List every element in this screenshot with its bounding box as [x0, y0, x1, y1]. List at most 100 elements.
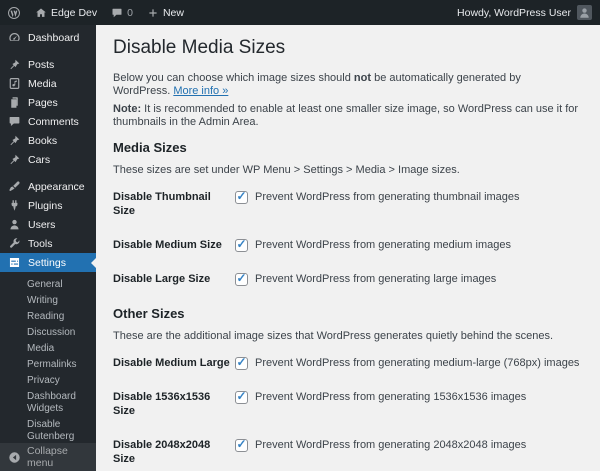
sidebar-item-pages[interactable]: Pages [0, 93, 96, 112]
setting-control[interactable]: ✓ Prevent WordPress from generating 2048… [235, 438, 526, 452]
sidebar-item-label: Settings [28, 256, 66, 269]
submenu-item-privacy[interactable]: Privacy [0, 373, 96, 389]
media-icon [8, 77, 21, 90]
section-description: These sizes are set under WP Menu > Sett… [113, 164, 460, 176]
checkmark-icon: ✓ [236, 388, 247, 403]
setting-control[interactable]: ✓ Prevent WordPress from generating 1536… [235, 390, 526, 404]
checkbox-label: Prevent WordPress from generating 1536x1… [255, 391, 527, 403]
setting-row-1536: Disable 1536x1536 Size ✓ Prevent WordPre… [113, 390, 580, 418]
setting-label: Disable 1536x1536 Size [113, 391, 211, 417]
sidebar-item-users[interactable]: Users [0, 215, 96, 234]
home-icon [35, 7, 47, 19]
submenu-item-writing[interactable]: Writing [0, 293, 96, 309]
checkbox-label: Prevent WordPress from generating thumbn… [255, 191, 520, 203]
setting-control[interactable]: ✓ Prevent WordPress from generating medi… [235, 356, 579, 370]
sidebar-item-label: Tools [28, 237, 53, 250]
checkbox[interactable]: ✓ [235, 436, 248, 452]
submenu-item-discussion[interactable]: Discussion [0, 325, 96, 341]
sidebar-item-label: Plugins [28, 199, 63, 212]
users-icon [8, 218, 21, 231]
sidebar-item-label: Pages [28, 96, 58, 109]
checkmark-icon: ✓ [236, 188, 247, 203]
setting-row-medium-large: Disable Medium Large ✓ Prevent WordPress… [113, 356, 580, 370]
sidebar-item-dashboard[interactable]: Dashboard [0, 28, 96, 47]
submenu-item-reading[interactable]: Reading [0, 309, 96, 325]
submenu-item-dashboard-widgets[interactable]: Dashboard Widgets [0, 389, 96, 417]
admin-sidebar: Dashboard Posts Media Pages Comments Boo… [0, 25, 96, 471]
submenu-item-media[interactable]: Media [0, 341, 96, 357]
page-title: Disable Media Sizes [113, 37, 286, 58]
checkmark-icon: ✓ [236, 270, 247, 285]
settings-submenu: General Writing Reading Discussion Media… [0, 272, 96, 471]
setting-label: Disable Medium Large [113, 357, 230, 369]
sidebar-item-posts[interactable]: Posts [0, 55, 96, 74]
checkmark-icon: ✓ [236, 236, 247, 251]
tools-icon [8, 237, 21, 250]
section-description: These are the additional image sizes tha… [113, 330, 554, 342]
wordpress-logo-icon [7, 6, 21, 20]
site-name: Edge Dev [51, 6, 98, 19]
intro-bold: not [353, 72, 372, 84]
checkbox-label: Prevent WordPress from generating medium… [255, 239, 511, 251]
plugins-icon [8, 199, 21, 212]
collapse-icon [8, 451, 21, 464]
wordpress-menu-button[interactable] [0, 0, 28, 25]
comments-menu[interactable]: 0 [104, 0, 140, 25]
plus-icon [147, 7, 159, 19]
collapse-menu-button[interactable]: Collapse menu [0, 443, 96, 471]
admin-bar-left: Edge Dev 0 New [0, 0, 191, 25]
checkmark-icon: ✓ [236, 436, 247, 451]
checkbox-label: Prevent WordPress from generating 2048x2… [255, 439, 527, 451]
comments-count: 0 [127, 6, 133, 19]
sidebar-item-cars[interactable]: Cars [0, 150, 96, 169]
settings-icon [8, 256, 21, 269]
more-info-link[interactable]: More info » [173, 85, 228, 97]
intro-text: Below you can choose which image sizes s… [113, 72, 580, 98]
sidebar-item-books[interactable]: Books [0, 131, 96, 150]
checkbox[interactable]: ✓ [235, 188, 248, 204]
checkmark-icon: ✓ [236, 354, 247, 369]
section-heading-media-sizes: Media Sizes [113, 140, 187, 155]
sidebar-item-tools[interactable]: Tools [0, 234, 96, 253]
submenu-item-disable-gutenberg[interactable]: Disable Gutenberg [0, 417, 96, 445]
sidebar-item-label: Appearance [28, 180, 85, 193]
setting-row-thumbnail: Disable Thumbnail Size ✓ Prevent WordPre… [113, 190, 580, 218]
collapse-menu-label: Collapse menu [27, 445, 68, 469]
setting-control[interactable]: ✓ Prevent WordPress from generating thum… [235, 190, 520, 204]
pushpin-icon [8, 58, 21, 71]
sidebar-item-plugins[interactable]: Plugins [0, 196, 96, 215]
intro-before: Below you can choose which image sizes s… [113, 72, 354, 84]
sidebar-item-label: Cars [28, 153, 51, 166]
setting-control[interactable]: ✓ Prevent WordPress from generating medi… [235, 238, 511, 252]
dashboard-icon [8, 31, 21, 44]
sidebar-item-label: Media [28, 77, 57, 90]
submenu-item-permalinks[interactable]: Permalinks [0, 357, 96, 373]
sidebar-item-label: Comments [28, 115, 79, 128]
user-avatar[interactable] [577, 5, 592, 20]
checkbox-label: Prevent WordPress from generating large … [255, 273, 497, 285]
pushpin-icon [8, 153, 21, 166]
new-content-menu[interactable]: New [140, 0, 191, 25]
checkbox[interactable]: ✓ [235, 388, 248, 404]
main-content: Disable Media Sizes Below you can choose… [96, 25, 600, 471]
setting-control[interactable]: ✓ Prevent WordPress from generating larg… [235, 272, 496, 286]
note-text: Note: It is recommended to enable at lea… [113, 103, 580, 129]
setting-label: Disable Thumbnail Size [113, 191, 211, 217]
sidebar-item-appearance[interactable]: Appearance [0, 177, 96, 196]
setting-row-medium: Disable Medium Size ✓ Prevent WordPress … [113, 238, 580, 252]
howdy-text[interactable]: Howdy, WordPress User [457, 7, 577, 19]
note-body: It is recommended to enable at least one… [113, 103, 579, 128]
checkbox-label: Prevent WordPress from generating medium… [255, 357, 580, 369]
sidebar-item-label: Users [28, 218, 56, 231]
setting-label: Disable Medium Size [113, 239, 222, 251]
checkbox[interactable]: ✓ [235, 236, 248, 252]
site-name-menu[interactable]: Edge Dev [28, 0, 104, 25]
sidebar-item-comments[interactable]: Comments [0, 112, 96, 131]
admin-menu: Dashboard Posts Media Pages Comments Boo… [0, 25, 96, 471]
checkbox[interactable]: ✓ [235, 354, 248, 370]
sidebar-item-label: Posts [28, 58, 55, 71]
submenu-item-general[interactable]: General [0, 277, 96, 293]
sidebar-item-settings[interactable]: Settings [0, 253, 96, 272]
checkbox[interactable]: ✓ [235, 270, 248, 286]
sidebar-item-media[interactable]: Media [0, 74, 96, 93]
